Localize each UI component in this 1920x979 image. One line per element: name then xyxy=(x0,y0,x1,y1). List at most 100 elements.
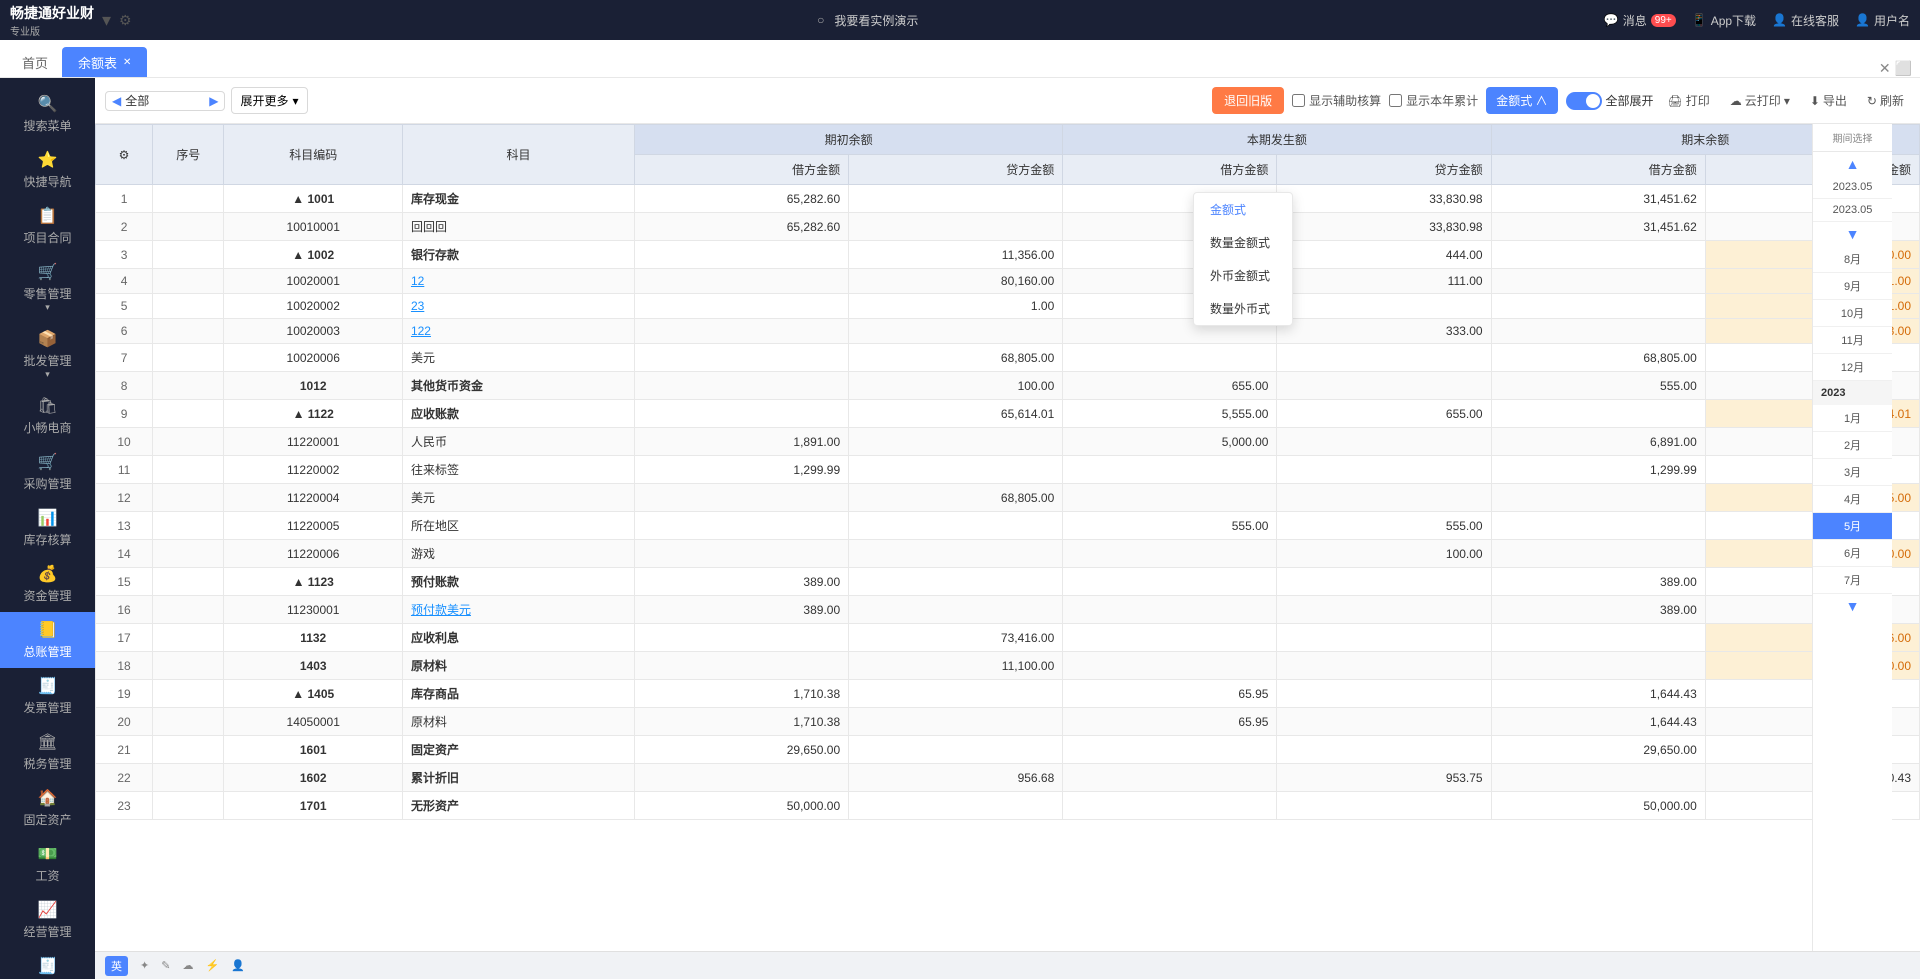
sidebar-item-tax[interactable]: 🏛 税务管理 xyxy=(0,724,95,780)
search-right-arrow[interactable]: ▶ xyxy=(209,94,218,108)
sidebar-item-inventory[interactable]: 📊 库存核算 xyxy=(0,500,95,556)
search-input[interactable] xyxy=(125,94,205,108)
period-panel: 期间选择 ▲ 2023.05 2023.05 ▼ 8月 9月 10月 11月 1… xyxy=(1812,124,1892,951)
expand-more-btn[interactable]: 展开更多 ▾ xyxy=(231,87,307,114)
app-download-btn[interactable]: 📱 App下载 xyxy=(1692,12,1756,29)
cell-name[interactable]: 23 xyxy=(402,294,634,319)
sidebar-item-salary[interactable]: 💵 工资 xyxy=(0,836,95,892)
sidebar-item-invoice[interactable]: 🧾 发票管理 xyxy=(0,668,95,724)
ytd-checkbox[interactable] xyxy=(1389,94,1402,107)
sidebar-item-ecommerce[interactable]: 🛍 小畅电商 xyxy=(0,388,95,444)
cell-name: 固定资产 xyxy=(402,736,634,764)
period-item-7[interactable]: 7月 xyxy=(1813,567,1892,594)
period-item-2023-05-b[interactable]: 2023.05 xyxy=(1813,199,1892,222)
cloud-print-btn[interactable]: ☁ 云打印 ▾ xyxy=(1724,88,1796,113)
return-old-btn[interactable]: 退回旧版 xyxy=(1212,87,1284,114)
cell-row-num: 18 xyxy=(96,652,153,680)
sidebar-item-purchase[interactable]: 🛒 采购管理 xyxy=(0,444,95,500)
period-item-8[interactable]: 8月 xyxy=(1813,246,1892,273)
dropdown-item-amount[interactable]: 金额式 xyxy=(1194,193,1292,226)
sidebar-item-finance[interactable]: 💰 资金管理 xyxy=(0,556,95,612)
cell-amount-cl_d: 1,644.43 xyxy=(1491,708,1705,736)
sidebar-item-assets[interactable]: 🏠 固定资产 xyxy=(0,780,95,836)
period-item-4[interactable]: 4月 xyxy=(1813,486,1892,513)
period-bottom-nav[interactable]: ▼ xyxy=(1813,594,1892,618)
sidebar-item-management[interactable]: 📈 经营管理 xyxy=(0,892,95,948)
tab-balance-sheet[interactable]: 余额表 ✕ xyxy=(62,47,147,77)
period-item-2[interactable]: 2月 xyxy=(1813,432,1892,459)
period-item-6[interactable]: 6月 xyxy=(1813,540,1892,567)
search-box[interactable]: ◀ ▶ xyxy=(105,91,225,111)
cell-name[interactable]: 12 xyxy=(402,269,634,294)
print-btn[interactable]: 🖨 打印 xyxy=(1662,88,1716,113)
cell-amount-cl_d xyxy=(1491,540,1705,568)
dropdown-item-qty-amount[interactable]: 数量金额式 xyxy=(1194,226,1292,259)
period-item-9[interactable]: 9月 xyxy=(1813,273,1892,300)
table-row: 9▲ 1122应收账款65,614.015,555.00655.0060,714… xyxy=(96,400,1920,428)
online-service-btn[interactable]: 👤 在线客服 xyxy=(1772,12,1839,29)
demo-link[interactable]: 我要看实例演示 xyxy=(834,12,918,29)
table-row: 231701无形资产50,000.0050,000.00 xyxy=(96,792,1920,820)
cell-amount-cur_c xyxy=(1277,652,1491,680)
aux-checkbox[interactable] xyxy=(1292,94,1305,107)
cell-amount-op_d xyxy=(634,241,848,269)
period-item-12[interactable]: 12月 xyxy=(1813,354,1892,381)
table-row: 19▲ 1405库存商品1,710.3865.951,644.43 xyxy=(96,680,1920,708)
cell-amount-op_d: 65,282.60 xyxy=(634,185,848,213)
col-cl-debit: 借方金额 xyxy=(1491,155,1705,185)
period-up-nav[interactable]: ▲ xyxy=(1813,152,1892,176)
period-down-nav[interactable]: ▼ xyxy=(1813,222,1892,246)
amount-mode-btn[interactable]: 金额式 ∧ xyxy=(1486,87,1557,114)
cell-amount-op_c xyxy=(849,428,1063,456)
sidebar-item-ledger[interactable]: 📒 总账管理 xyxy=(0,612,95,668)
table-row: 1211220004美元68,805.0068,805.00 xyxy=(96,484,1920,512)
window-close-btn[interactable]: ✕ xyxy=(1879,60,1891,77)
sidebar-item-search[interactable]: 🔍 搜索菜单 xyxy=(0,86,95,142)
status-user[interactable]: 👤 xyxy=(231,959,245,972)
sidebar-item-quick-nav[interactable]: ⭐ 快捷导航 xyxy=(0,142,95,198)
dropdown-item-qty-foreign[interactable]: 数量外币式 xyxy=(1194,292,1292,325)
period-header: 期间选择 xyxy=(1813,124,1892,152)
dropdown-arrow[interactable]: ▾ xyxy=(102,10,111,31)
status-lang[interactable]: 英 xyxy=(105,956,128,976)
status-cloud[interactable]: ☁ xyxy=(182,959,193,972)
cell-row-settings xyxy=(153,652,224,680)
tab-close-icon[interactable]: ✕ xyxy=(123,57,131,68)
user-avatar[interactable]: 👤 用户名 xyxy=(1855,12,1910,29)
col-num-header: 序号 xyxy=(153,125,224,185)
tab-home[interactable]: 首页 xyxy=(10,47,60,77)
search-left-arrow[interactable]: ◀ xyxy=(112,94,121,108)
cell-code: ▲ 1405 xyxy=(224,680,402,708)
period-item-3[interactable]: 3月 xyxy=(1813,459,1892,486)
cell-row-num: 13 xyxy=(96,512,153,540)
period-item-5[interactable]: 5月 xyxy=(1813,513,1892,540)
cell-amount-cl_d: 389.00 xyxy=(1491,596,1705,624)
cell-name[interactable]: 122 xyxy=(402,319,634,344)
cell-row-num: 23 xyxy=(96,792,153,820)
period-item-10[interactable]: 10月 xyxy=(1813,300,1892,327)
col-settings[interactable]: ⚙ xyxy=(96,125,153,185)
message-btn[interactable]: 💬 消息 99+ xyxy=(1604,12,1676,29)
period-item-11[interactable]: 11月 xyxy=(1813,327,1892,354)
window-restore-btn[interactable]: ⬜ xyxy=(1895,60,1912,77)
dropdown-item-foreign-amount[interactable]: 外币金额式 xyxy=(1194,259,1292,292)
cell-row-settings xyxy=(153,624,224,652)
sidebar-item-wholesale[interactable]: 📦 批发管理 ▾ xyxy=(0,321,95,388)
sidebar-item-project[interactable]: 📋 项目合同 xyxy=(0,198,95,254)
export-btn[interactable]: ⬇ 导出 xyxy=(1804,88,1853,113)
status-lightning[interactable]: ⚡ xyxy=(205,959,219,972)
refresh-btn[interactable]: ↻ 刷新 xyxy=(1861,88,1910,113)
cell-amount-op_d xyxy=(634,484,848,512)
sidebar-item-retail[interactable]: 🛒 零售管理 ▾ xyxy=(0,254,95,321)
cell-code: 1601 xyxy=(224,736,402,764)
cell-name[interactable]: 预付款美元 xyxy=(402,596,634,624)
period-item-2023-05-a[interactable]: 2023.05 xyxy=(1813,176,1892,199)
toggle-switch-control[interactable] xyxy=(1566,92,1602,110)
cell-name: 无形资产 xyxy=(402,792,634,820)
cell-amount-cur_c: 33,830.98 xyxy=(1277,185,1491,213)
status-star[interactable]: ✦ xyxy=(140,959,149,972)
period-item-1[interactable]: 1月 xyxy=(1813,405,1892,432)
status-edit[interactable]: ✎ xyxy=(161,959,170,972)
sidebar-item-expense[interactable]: 🧾 小畅报销 xyxy=(0,948,95,979)
settings-icon[interactable]: ⚙ xyxy=(119,12,132,29)
